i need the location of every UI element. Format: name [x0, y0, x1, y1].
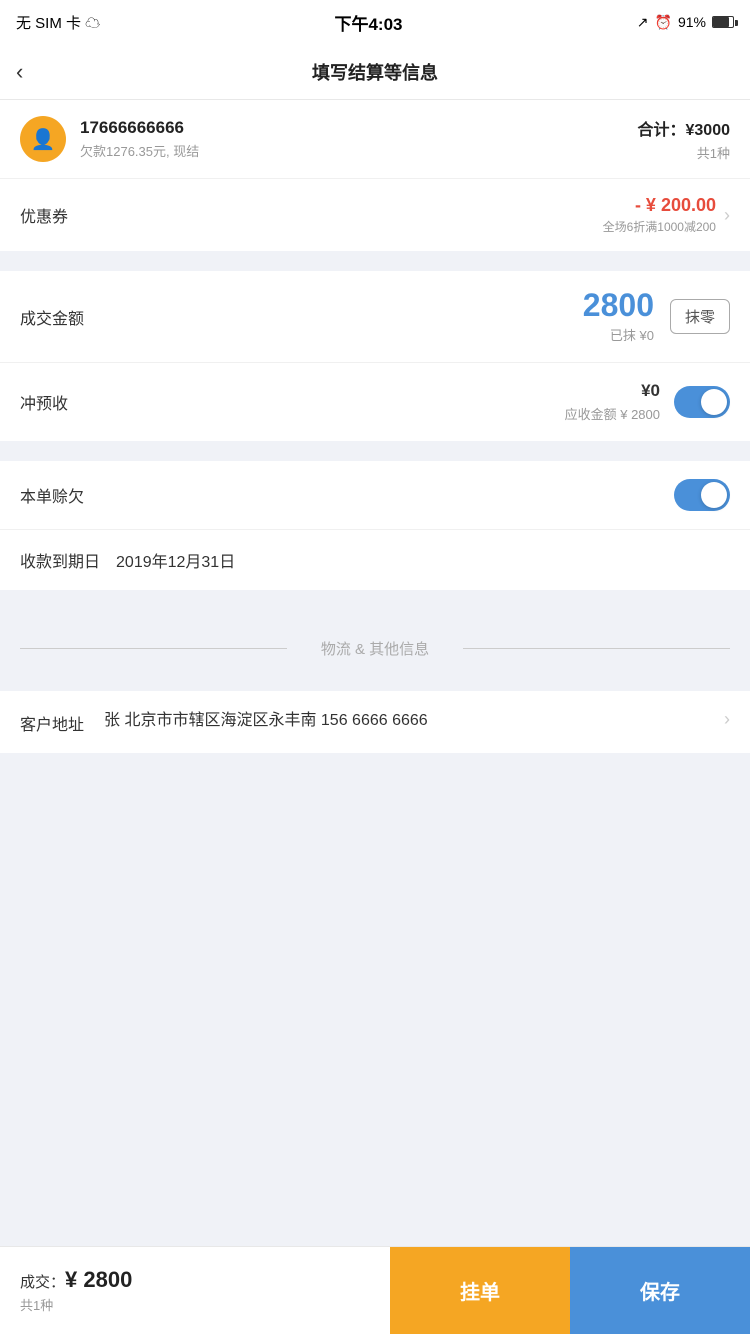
status-bar: 无 SIM 卡 ☁ 下午4:03 ↗ ⏰ 91%: [0, 0, 750, 44]
debt-section: 本单赊欠: [0, 461, 750, 529]
duedate-label: 收款到期日: [20, 548, 100, 572]
section-divider-1: [0, 261, 750, 271]
logistics-divider: 物流 & 其他信息: [0, 618, 750, 673]
prepay-section: 冲预收 ¥0 应收金额 ¥ 2800: [0, 362, 750, 441]
deal-amount: ¥ 2800: [65, 1267, 132, 1292]
round-button[interactable]: 抹零: [670, 299, 730, 334]
duedate-section: 收款到期日 2019年12月31日: [0, 529, 750, 590]
user-right: 合计：¥3000 共1种: [638, 116, 731, 162]
content-area: 👤 17666666666 欠款1276.35元, 现结 合计：¥3000 共1…: [0, 100, 750, 973]
logistics-divider-section: 物流 & 其他信息: [0, 600, 750, 691]
coupon-right: - ¥ 200.00 全场6折满1000减200 ›: [603, 195, 730, 235]
debt-card: 本单赊欠 收款到期日 2019年12月31日: [0, 461, 750, 590]
address-value: 张 北京市市辖区海淀区永丰南 156 6666 6666: [104, 709, 714, 733]
status-time: 下午4:03: [334, 10, 402, 35]
bottom-deal-row: 成交：¥ 2800: [20, 1267, 370, 1293]
prepay-amount: ¥0: [641, 381, 660, 400]
amount-section: 成交金额 2800 已抹 ¥0 抹零: [0, 271, 750, 362]
amount-value-block: 2800 已抹 ¥0: [583, 289, 654, 344]
prepay-sub: 应收金额 ¥ 2800: [565, 404, 660, 423]
user-phone: 17666666666: [80, 118, 199, 138]
bottom-actions: 挂单 保存: [390, 1247, 750, 1334]
duedate-row: 收款到期日 2019年12月31日: [20, 548, 730, 572]
address-label: 客户地址: [20, 709, 84, 735]
back-button[interactable]: ‹: [16, 59, 23, 85]
debt-label: 本单赊欠: [20, 483, 84, 507]
coupon-desc: 全场6折满1000减200: [603, 218, 716, 235]
amount-label: 成交金额: [20, 305, 84, 329]
logistics-line-right: [463, 648, 730, 649]
address-row[interactable]: 客户地址 张 北京市市辖区海淀区永丰南 156 6666 6666 ›: [20, 709, 730, 735]
amount-right: 2800 已抹 ¥0 抹零: [583, 289, 730, 344]
location-icon: ↗: [637, 14, 649, 31]
coupon-row[interactable]: 优惠券 - ¥ 200.00 全场6折满1000减200 ›: [0, 178, 750, 251]
user-row: 👤 17666666666 欠款1276.35元, 现结 合计：¥3000 共1…: [0, 100, 750, 178]
bottom-bar: 成交：¥ 2800 共1种 挂单 保存: [0, 1246, 750, 1334]
amount-sub: 已抹 ¥0: [583, 325, 654, 344]
amount-value: 2800: [583, 289, 654, 321]
amount-card: 成交金额 2800 已抹 ¥0 抹零 冲预收 ¥0 应收金额 ¥ 2800: [0, 271, 750, 441]
deal-label: 成交：: [20, 1274, 65, 1291]
debt-toggle[interactable]: [674, 479, 730, 511]
logistics-label: 物流 & 其他信息: [321, 638, 429, 659]
avatar: 👤: [20, 116, 66, 162]
prepay-label: 冲预收: [20, 390, 68, 414]
user-sub-text: 欠款1276.35元, 现结: [80, 141, 199, 160]
coupon-label: 优惠券: [20, 203, 68, 227]
coupon-value: - ¥ 200.00 全场6折满1000减200: [603, 195, 716, 235]
page-title: 填写结算等信息: [312, 59, 438, 85]
hang-button[interactable]: 挂单: [390, 1247, 570, 1334]
duedate-value: 2019年12月31日: [116, 548, 235, 572]
total-amount: 合计：¥3000: [638, 116, 731, 140]
debt-row: 本单赊欠: [20, 479, 730, 511]
address-card: 客户地址 张 北京市市辖区海淀区永丰南 156 6666 6666 ›: [0, 691, 750, 753]
battery-icon: [712, 16, 734, 28]
user-info: 17666666666 欠款1276.35元, 现结: [80, 118, 199, 160]
alarm-icon: ⏰: [655, 14, 672, 31]
user-info-card: 👤 17666666666 欠款1276.35元, 现结 合计：¥3000 共1…: [0, 100, 750, 251]
gray-area: [0, 763, 750, 883]
sim-label: 无 SIM 卡 ☁: [16, 12, 100, 33]
save-button[interactable]: 保存: [570, 1247, 750, 1334]
status-left: 无 SIM 卡 ☁: [16, 12, 100, 33]
bottom-summary: 成交：¥ 2800 共1种: [0, 1267, 390, 1314]
coupon-discount: - ¥ 200.00: [603, 195, 716, 216]
battery-label: 91%: [678, 14, 706, 30]
status-right: ↗ ⏰ 91%: [637, 14, 734, 31]
prepay-right: ¥0 应收金额 ¥ 2800: [565, 381, 730, 423]
section-divider-2: [0, 451, 750, 461]
prepay-toggle[interactable]: [674, 386, 730, 418]
prepay-row: 冲预收 ¥0 应收金额 ¥ 2800: [20, 381, 730, 423]
user-left: 👤 17666666666 欠款1276.35元, 现结: [20, 116, 199, 162]
total-count: 共1种: [638, 143, 731, 162]
logistics-line-left: [20, 648, 287, 649]
prepay-value-block: ¥0 应收金额 ¥ 2800: [565, 381, 660, 423]
address-section: 客户地址 张 北京市市辖区海淀区永丰南 156 6666 6666 ›: [0, 691, 750, 753]
address-chevron-icon: ›: [724, 709, 730, 730]
amount-row: 成交金额 2800 已抹 ¥0 抹零: [20, 289, 730, 344]
chevron-right-icon: ›: [724, 205, 730, 226]
bottom-count: 共1种: [20, 1295, 370, 1314]
nav-bar: ‹ 填写结算等信息: [0, 44, 750, 100]
avatar-icon: 👤: [31, 127, 56, 152]
